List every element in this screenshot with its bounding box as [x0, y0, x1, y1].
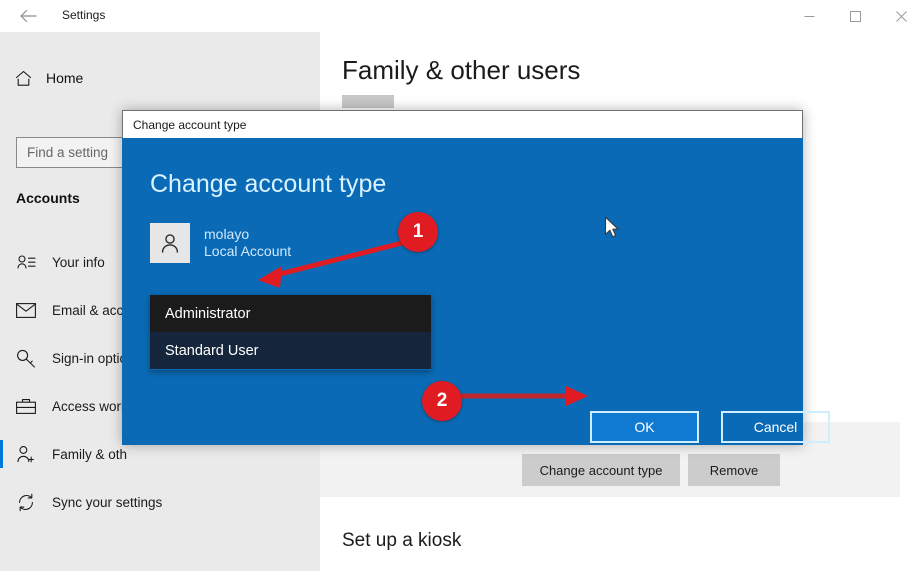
account-text: molayo Local Account: [204, 226, 291, 261]
change-account-type-dialog: Change account type Change account type …: [122, 110, 830, 445]
add-user-icon: [0, 445, 52, 464]
remove-account-button[interactable]: Remove: [688, 454, 780, 486]
dialog-titlebar-text: Change account type: [133, 117, 247, 132]
dialog-button-row: OK Cancel: [590, 411, 830, 443]
arrow-cursor: [604, 216, 619, 238]
page-title: Family & other users: [342, 55, 581, 85]
account-name: molayo: [204, 225, 250, 242]
sidebar-section-title: Accounts: [16, 190, 80, 206]
person-avatar-icon: [150, 223, 190, 263]
dropdown-option-standard-user[interactable]: Standard User: [150, 332, 431, 369]
sidebar-home-label: Home: [46, 70, 84, 86]
briefcase-icon: [0, 398, 52, 415]
user-info-icon: [0, 254, 52, 271]
cancel-button[interactable]: Cancel: [721, 411, 830, 443]
home-icon: [0, 70, 46, 87]
window-titlebar: Settings: [0, 0, 924, 32]
dialog-body: Change account type molayo Local Account…: [122, 138, 830, 445]
sidebar-item-label: Sign-in optio: [52, 350, 128, 366]
sidebar-item-sync-your-settings[interactable]: Sync your settings: [0, 478, 320, 526]
sidebar-item-home[interactable]: Home: [0, 60, 320, 96]
app-title: Settings: [62, 8, 106, 22]
maximize-button[interactable]: [832, 0, 878, 32]
change-account-type-button[interactable]: Change account type: [522, 454, 680, 486]
back-arrow-icon[interactable]: [8, 2, 48, 30]
window-controls: [786, 0, 924, 32]
account-summary: molayo Local Account: [150, 223, 291, 263]
account-type: Local Account: [204, 243, 292, 259]
screen: Settings Home Find a setting Accounts Yo…: [0, 0, 924, 571]
annotation-badge-2: 2: [422, 381, 462, 421]
ok-button[interactable]: OK: [590, 411, 699, 443]
sidebar-item-label: Family & oth: [52, 446, 128, 462]
sync-icon: [0, 493, 52, 512]
kiosk-section-title: Set up a kiosk: [342, 530, 462, 551]
annotation-badge-1: 1: [398, 212, 438, 252]
key-icon: [0, 349, 52, 368]
sidebar-item-label: Your info: [52, 254, 105, 270]
dropdown-option-administrator[interactable]: Administrator: [150, 295, 431, 332]
search-placeholder: Find a setting: [27, 145, 109, 160]
dialog-heading: Change account type: [150, 170, 387, 198]
dialog-titlebar: Change account type: [122, 110, 803, 138]
placeholder-chip: [342, 95, 394, 108]
close-button[interactable]: [878, 0, 924, 32]
sidebar-item-label: Email & acco: [52, 302, 131, 318]
sidebar-item-label: Sync your settings: [52, 494, 163, 510]
sidebar-item-label: Access work: [52, 398, 128, 414]
envelope-icon: [0, 302, 52, 318]
minimize-button[interactable]: [786, 0, 832, 32]
account-type-dropdown[interactable]: Administrator Standard User: [150, 295, 431, 370]
